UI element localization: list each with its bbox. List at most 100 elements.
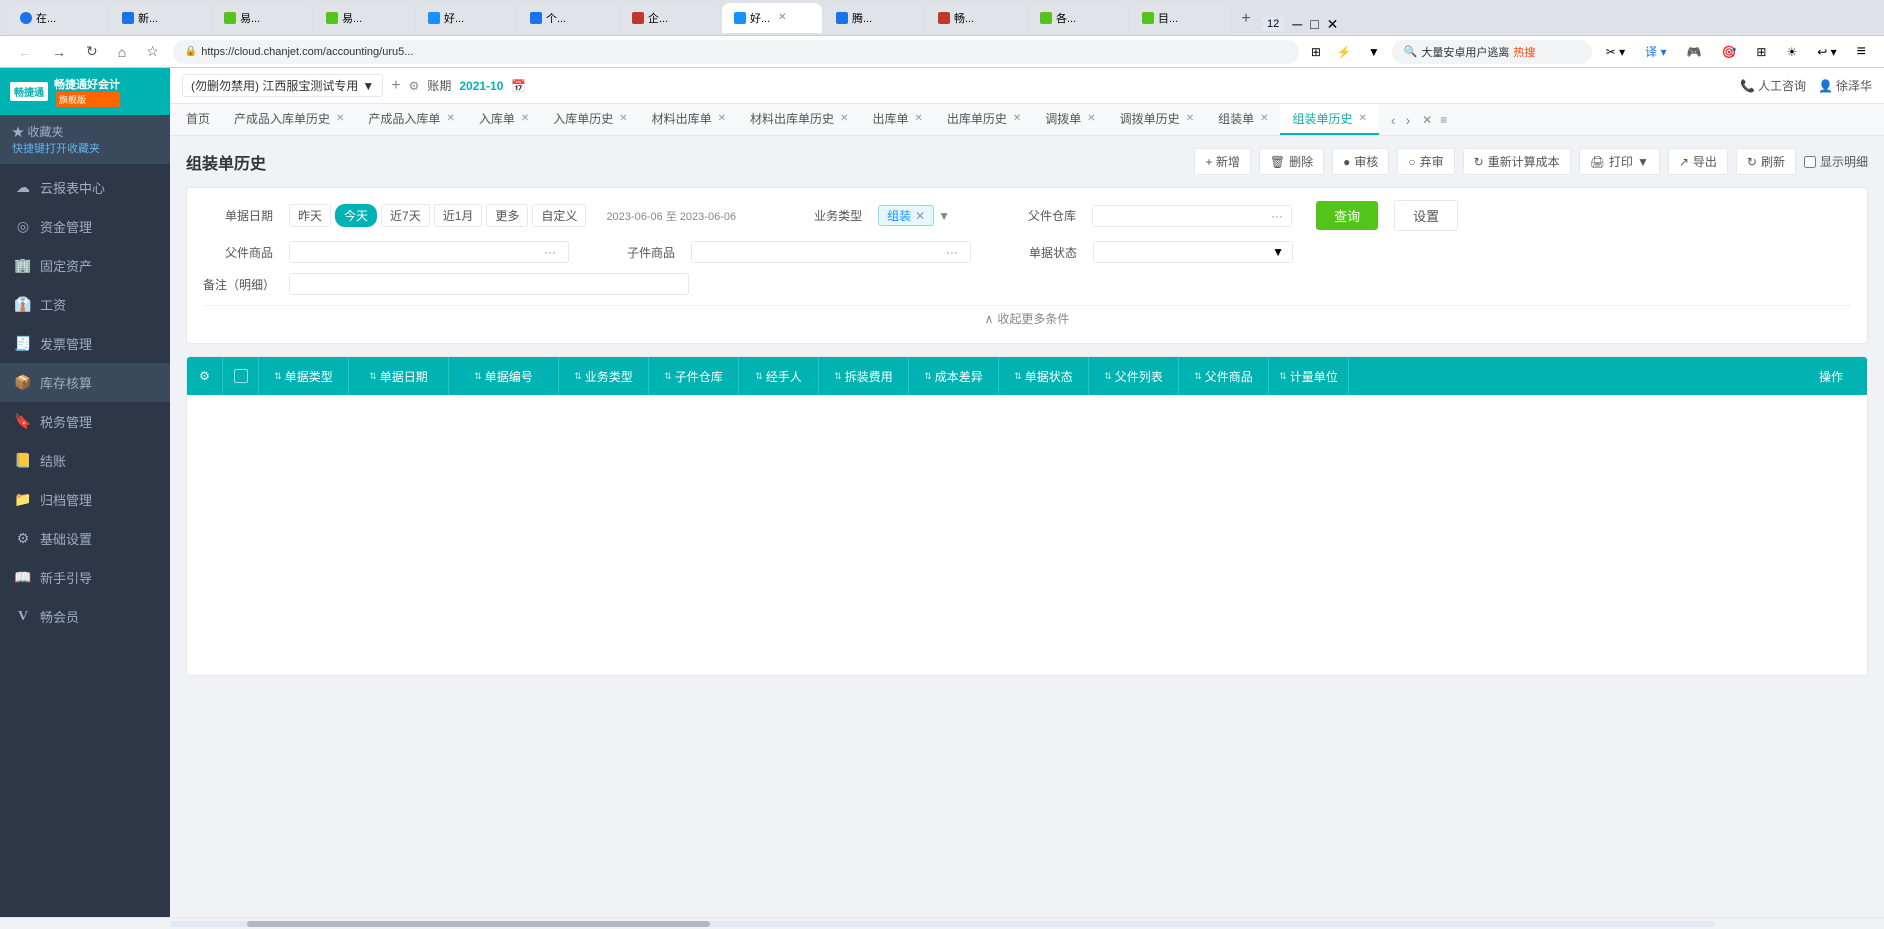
collapse-btn[interactable]: ∧ 收起更多条件 (203, 305, 1851, 331)
page-tab-material-out-close[interactable]: ✕ (718, 113, 726, 124)
browser-search[interactable]: 🔍 大量安卓用户逃离 热搜 (1392, 40, 1592, 64)
th-parent-goods[interactable]: ⇅ 父件商品 (1179, 357, 1269, 395)
sidebar-item-fixed-assets[interactable]: 🏢 固定资产 (0, 246, 170, 285)
company-selector[interactable]: (勿删勿禁用) 江西服宝测试专用 ▼ (182, 74, 383, 97)
settings-set-btn[interactable]: 设置 (1394, 200, 1458, 231)
forward-button[interactable]: → (46, 42, 72, 62)
th-bill-type[interactable]: ⇅ 单据类型 (259, 357, 349, 395)
browser-tab-8[interactable]: 好... ✕ (722, 3, 822, 33)
browser-tab-7[interactable]: 企... (620, 3, 720, 33)
page-tab-out[interactable]: 出库单 ✕ (860, 104, 934, 135)
th-unit[interactable]: ⇅ 计量单位 (1269, 357, 1349, 395)
add-company-btn[interactable]: + (391, 77, 400, 95)
date-btn-7days[interactable]: 近7天 (381, 204, 430, 227)
calendar-icon[interactable]: 📅 (511, 79, 526, 93)
page-tab-product-in-close[interactable]: ✕ (446, 113, 454, 124)
browser-tab-1[interactable]: 在... (8, 3, 108, 33)
delete-btn[interactable]: 🗑 删除 (1259, 148, 1324, 175)
display-detail-toggle[interactable]: 显示明细 (1804, 153, 1868, 170)
th-dismantle-cost[interactable]: ⇅ 拆装费用 (819, 357, 909, 395)
new-tab-button[interactable]: + (1232, 5, 1260, 33)
settings-btn[interactable]: ⚙ (409, 79, 420, 93)
browser-tab-11[interactable]: 各... (1028, 3, 1128, 33)
th-business-type[interactable]: ⇅ 业务类型 (559, 357, 649, 395)
remarks-input[interactable] (289, 273, 689, 295)
page-tab-transfer-history-close[interactable]: ✕ (1186, 113, 1194, 124)
bookmark-button[interactable]: ☆ (140, 41, 165, 62)
page-tab-in-history[interactable]: 入库单历史 ✕ (541, 104, 639, 135)
sidebar-item-cloud-reports[interactable]: ☁ 云报表中心 (0, 168, 170, 207)
th-settings[interactable]: ⚙ (187, 357, 223, 395)
add-btn[interactable]: + 新增 (1194, 148, 1250, 175)
page-tab-transfer-close[interactable]: ✕ (1087, 113, 1095, 124)
page-tab-product-in[interactable]: 产成品入库单 ✕ (356, 104, 466, 135)
page-tab-home[interactable]: 首页 (174, 104, 222, 135)
service-btn[interactable]: 📞 人工咨询 (1740, 77, 1806, 94)
date-btn-more[interactable]: 更多 (486, 204, 528, 227)
user-info[interactable]: 👤 徐泽华 (1818, 77, 1872, 94)
page-tab-out-history-close[interactable]: ✕ (1013, 113, 1021, 124)
tab-prev-btn[interactable]: ‹ (1387, 110, 1400, 130)
date-btn-custom[interactable]: 自定义 (532, 204, 586, 227)
lightning-icon[interactable]: ⚡ (1333, 43, 1356, 61)
page-tab-in-history-close[interactable]: ✕ (619, 113, 627, 124)
sidebar-item-guide[interactable]: 📖 新手引导 (0, 558, 170, 597)
sidebar-item-tax[interactable]: 🔖 税务管理 (0, 402, 170, 441)
date-btn-1month[interactable]: 近1月 (434, 204, 483, 227)
parent-warehouse-dropdown[interactable]: ··· (1092, 205, 1292, 227)
browser-tab-2[interactable]: 新... (110, 3, 210, 33)
parent-goods-ellipsis[interactable]: ··· (540, 245, 560, 259)
th-child-warehouse[interactable]: ⇅ 子件仓库 (649, 357, 739, 395)
browser-tab-3[interactable]: 易... (212, 3, 312, 33)
page-tab-material-out[interactable]: 材料出库单 ✕ (640, 104, 738, 135)
tab-more-options[interactable]: ≡ (1436, 113, 1451, 127)
open-favorites-link[interactable]: 快捷键打开收藏夹 (12, 140, 158, 156)
audit-btn[interactable]: ● 审核 (1332, 148, 1389, 175)
browser-tab-4[interactable]: 易... (314, 3, 414, 33)
browser-tab-12[interactable]: 目... (1130, 3, 1230, 33)
sidebar-favorites[interactable]: ★ 收藏夹 快捷键打开收藏夹 (0, 115, 170, 164)
business-type-tag-remove[interactable]: ✕ (915, 209, 925, 223)
th-parent-list[interactable]: ⇅ 父件列表 (1089, 357, 1179, 395)
recalculate-btn[interactable]: ↻ 重新计算成本 (1463, 148, 1571, 175)
page-tab-assembly-close[interactable]: ✕ (1260, 113, 1268, 124)
ellipsis-btn[interactable]: ··· (1271, 209, 1283, 223)
abandon-btn[interactable]: ○ 弃审 (1397, 148, 1454, 175)
page-tab-in-close[interactable]: ✕ (521, 113, 529, 124)
sidebar-item-settings[interactable]: ⚙ 基础设置 (0, 519, 170, 558)
browser-tab-10[interactable]: 畅... (926, 3, 1026, 33)
sidebar-item-archive[interactable]: 📁 归档管理 (0, 480, 170, 519)
print-btn[interactable]: 🖨 打印 ▼ (1579, 148, 1660, 175)
business-type-dropdown[interactable]: ▼ (938, 209, 950, 223)
th-checkbox[interactable] (223, 357, 259, 395)
date-btn-today[interactable]: 今天 (335, 204, 377, 227)
dropdown-arrow[interactable]: ▼ (1364, 43, 1384, 61)
child-goods-dropdown[interactable]: ··· (691, 241, 971, 263)
url-bar[interactable]: 🔒 https://cloud.chanjet.com/accounting/u… (173, 40, 1299, 64)
page-tab-transfer-history[interactable]: 调拨单历史 ✕ (1108, 104, 1206, 135)
select-all-checkbox[interactable] (234, 369, 248, 383)
horizontal-scrollbar[interactable] (0, 917, 1884, 929)
browser-tab-5[interactable]: 好... (416, 3, 516, 33)
bill-status-dropdown[interactable]: ▼ (1093, 241, 1293, 263)
qr-icon[interactable]: ⊞ (1307, 43, 1325, 61)
cut-icon[interactable]: ✂ ▾ (1600, 43, 1631, 61)
refresh-btn[interactable]: ↻ 刷新 (1736, 148, 1796, 175)
extension-icon-1[interactable]: 🎮 (1681, 43, 1708, 61)
page-tab-in[interactable]: 入库单 ✕ (467, 104, 541, 135)
display-detail-checkbox[interactable] (1804, 156, 1816, 168)
sidebar-item-invoice[interactable]: 🧾 发票管理 (0, 324, 170, 363)
sidebar-item-close-account[interactable]: 📒 结账 (0, 441, 170, 480)
page-tab-product-in-history[interactable]: 产成品入库单历史 ✕ (222, 104, 356, 135)
browser-close[interactable]: ✕ (1327, 16, 1339, 33)
th-bill-no[interactable]: ⇅ 单据编号 (449, 357, 559, 395)
browser-tab-6[interactable]: 个... (518, 3, 618, 33)
page-tab-product-in-history-close[interactable]: ✕ (336, 113, 344, 124)
menu-icon[interactable]: ≡ (1851, 41, 1872, 63)
sidebar-item-fund[interactable]: ◎ 资金管理 (0, 207, 170, 246)
th-bill-status[interactable]: ⇅ 单据状态 (999, 357, 1089, 395)
grid-icon[interactable]: ⊞ (1750, 43, 1772, 61)
page-tab-out-close[interactable]: ✕ (914, 113, 922, 124)
extension-icon-2[interactable]: 🎯 (1715, 43, 1742, 61)
browser-minimize[interactable]: ─ (1292, 16, 1302, 32)
